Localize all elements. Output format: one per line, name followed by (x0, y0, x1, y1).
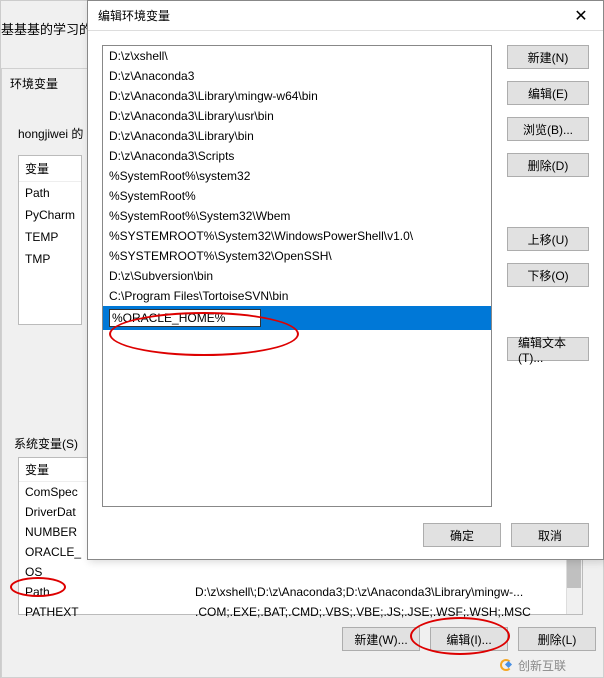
delete-button[interactable]: 删除(D) (507, 153, 589, 177)
close-icon[interactable]: ✕ (559, 1, 603, 31)
list-item[interactable]: %SYSTEMROOT%\System32\WindowsPowerShell\… (103, 226, 491, 246)
list-item[interactable]: %SystemRoot%\system32 (103, 166, 491, 186)
list-item[interactable]: %SYSTEMROOT%\System32\OpenSSH\ (103, 246, 491, 266)
list-item[interactable]: Path (19, 182, 81, 204)
list-item[interactable]: D:\z\Anaconda3\Library\mingw-w64\bin (103, 86, 491, 106)
user-vars-header: 变量 (19, 156, 81, 182)
table-row[interactable]: OS (19, 562, 582, 582)
edit-button[interactable]: 编辑(I)... (430, 627, 508, 651)
ok-button[interactable]: 确定 (423, 523, 501, 547)
logo-icon (500, 659, 514, 673)
edit-text-button[interactable]: 编辑文本(T)... (507, 337, 589, 361)
dialog-titlebar[interactable]: 编辑环境变量 ✕ (88, 1, 603, 31)
new-button[interactable]: 新建(N) (507, 45, 589, 69)
logo-text: 创新互联 (518, 657, 566, 674)
dialog-title: 编辑环境变量 (98, 7, 170, 24)
move-down-button[interactable]: 下移(O) (507, 263, 589, 287)
cancel-button[interactable]: 取消 (511, 523, 589, 547)
watermark-logo: 创新互联 (500, 657, 566, 674)
table-row[interactable]: PATHEXT.COM;.EXE;.BAT;.CMD;.VBS;.VBE;.JS… (19, 602, 582, 622)
user-vars-list[interactable]: 变量 Path PyCharm TEMP TMP (18, 155, 82, 325)
list-item-selected[interactable] (103, 306, 491, 330)
list-item[interactable]: D:\z\xshell\ (103, 46, 491, 66)
browse-button[interactable]: 浏览(B)... (507, 117, 589, 141)
bg-window-title: 基基基的学习的.. (1, 19, 99, 38)
table-row[interactable]: PathD:\z\xshell\;D:\z\Anaconda3;D:\z\Ana… (19, 582, 582, 602)
edit-button[interactable]: 编辑(E) (507, 81, 589, 105)
move-up-button[interactable]: 上移(U) (507, 227, 589, 251)
path-edit-input[interactable] (109, 309, 261, 327)
list-item[interactable]: %SystemRoot% (103, 186, 491, 206)
list-item[interactable]: D:\z\Anaconda3\Library\usr\bin (103, 106, 491, 126)
list-item[interactable]: TEMP (19, 226, 81, 248)
user-vars-label: hongjiwei 的 (18, 125, 83, 142)
list-item[interactable]: D:\z\Anaconda3 (103, 66, 491, 86)
list-item[interactable]: C:\Program Files\TortoiseSVN\bin (103, 286, 491, 306)
list-item[interactable]: D:\z\Subversion\bin (103, 266, 491, 286)
sys-vars-label: 系统变量(S) (14, 435, 78, 452)
list-item[interactable]: %SystemRoot%\System32\Wbem (103, 206, 491, 226)
list-item[interactable]: D:\z\Anaconda3\Scripts (103, 146, 491, 166)
delete-button[interactable]: 删除(L) (518, 627, 596, 651)
list-item[interactable]: D:\z\Anaconda3\Library\bin (103, 126, 491, 146)
path-entries-list[interactable]: D:\z\xshell\ D:\z\Anaconda3 D:\z\Anacond… (102, 45, 492, 507)
list-item[interactable]: PyCharm (19, 204, 81, 226)
edit-env-var-dialog: 编辑环境变量 ✕ D:\z\xshell\ D:\z\Anaconda3 D:\… (87, 0, 604, 560)
new-button[interactable]: 新建(W)... (342, 627, 420, 651)
list-item[interactable]: TMP (19, 248, 81, 270)
